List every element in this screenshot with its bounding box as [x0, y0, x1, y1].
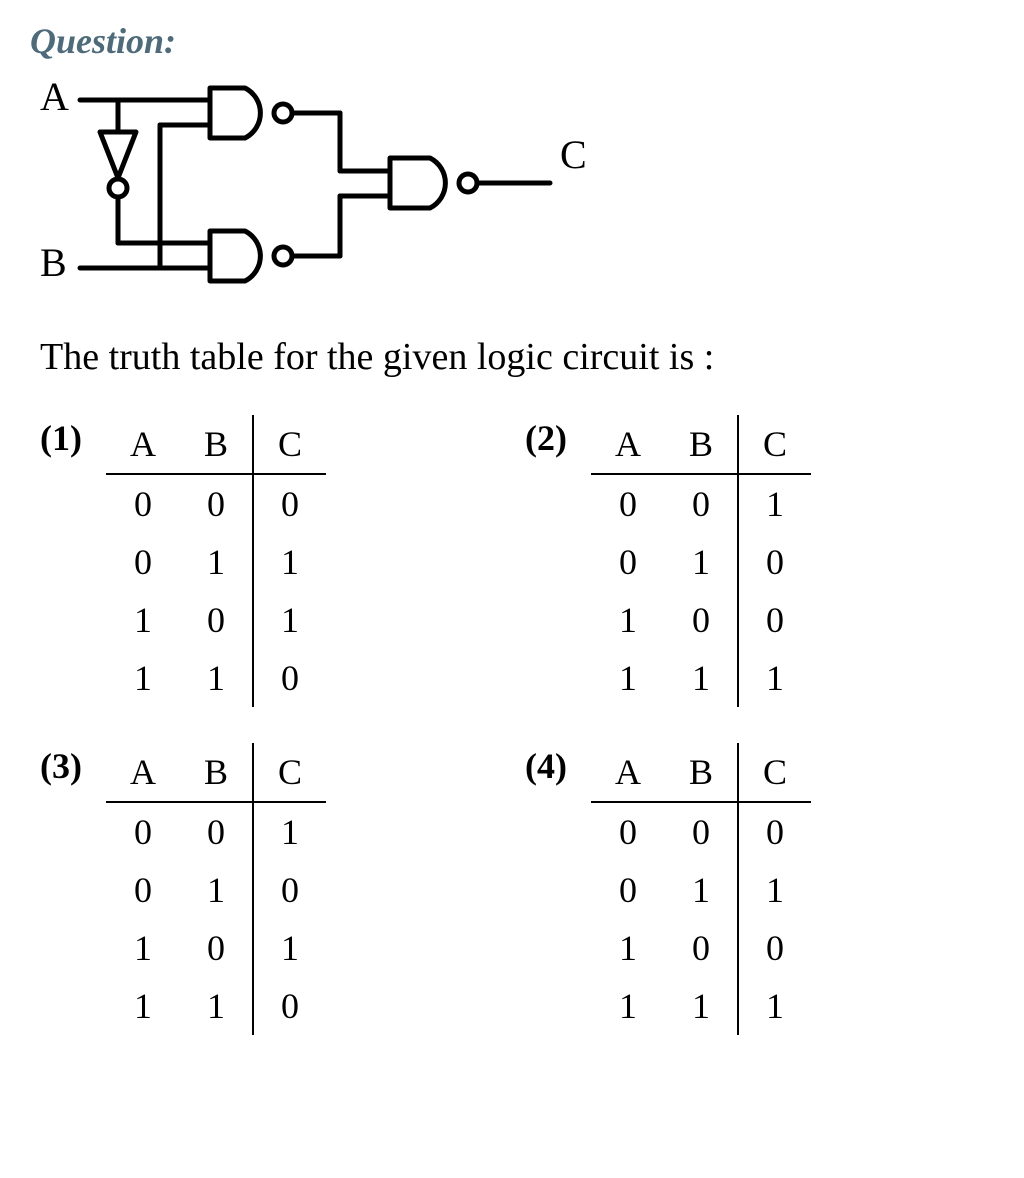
nand-bubble-icon-top [274, 104, 292, 122]
nand-gate-icon-top [210, 88, 260, 138]
col-header: A [106, 743, 180, 802]
question-text: The truth table for the given logic circ… [40, 335, 984, 379]
option-4: (4) A B C 0 0 0 0 1 1 1 [525, 743, 980, 1035]
cell: 1 [738, 977, 811, 1035]
cell: 0 [106, 802, 180, 861]
col-header: B [180, 415, 253, 474]
cell: 1 [591, 649, 665, 707]
cell: 0 [591, 533, 665, 591]
cell: 1 [253, 919, 326, 977]
col-header: A [591, 743, 665, 802]
cell: 1 [180, 649, 253, 707]
cell: 0 [253, 649, 326, 707]
option-label: (1) [40, 417, 106, 459]
cell: 1 [253, 802, 326, 861]
cell: 0 [180, 919, 253, 977]
cell: 0 [591, 474, 665, 533]
cell: 0 [665, 919, 738, 977]
col-header: C [253, 415, 326, 474]
col-header: B [180, 743, 253, 802]
cell: 1 [665, 861, 738, 919]
logic-circuit-diagram: A B C [40, 68, 984, 307]
cell: 1 [180, 977, 253, 1035]
cell: 0 [106, 533, 180, 591]
option-3: (3) A B C 0 0 1 0 1 0 1 [40, 743, 495, 1035]
page: Question: A B C [0, 0, 1024, 1075]
cell: 0 [106, 474, 180, 533]
options-grid: (1) A B C 0 0 0 0 1 1 1 [40, 415, 980, 1035]
cell: 0 [738, 802, 811, 861]
cell: 0 [665, 474, 738, 533]
label-b: B [40, 240, 67, 285]
cell: 0 [180, 474, 253, 533]
truth-table: A B C 0 0 1 0 1 0 1 0 0 [591, 415, 811, 707]
nand-gate-icon-final [390, 158, 445, 208]
cell: 0 [591, 802, 665, 861]
cell: 1 [665, 533, 738, 591]
col-header: C [738, 415, 811, 474]
cell: 1 [180, 861, 253, 919]
col-header: A [591, 415, 665, 474]
nand-bubble-icon-bottom [274, 247, 292, 265]
cell: 1 [106, 919, 180, 977]
cell: 0 [106, 861, 180, 919]
cell: 0 [665, 802, 738, 861]
cell: 1 [591, 977, 665, 1035]
option-1: (1) A B C 0 0 0 0 1 1 1 [40, 415, 495, 707]
truth-table: A B C 0 0 1 0 1 0 1 0 1 [106, 743, 326, 1035]
cell: 1 [253, 591, 326, 649]
cell: 0 [665, 591, 738, 649]
truth-table: A B C 0 0 0 0 1 1 1 0 0 [591, 743, 811, 1035]
col-header: B [665, 743, 738, 802]
cell: 1 [106, 649, 180, 707]
cell: 0 [591, 861, 665, 919]
not-gate-icon [100, 132, 136, 178]
nand-gate-icon-bottom [210, 231, 260, 281]
cell: 0 [253, 977, 326, 1035]
cell: 1 [591, 919, 665, 977]
truth-table: A B C 0 0 0 0 1 1 1 0 1 [106, 415, 326, 707]
cell: 0 [180, 802, 253, 861]
question-heading: Question: [30, 20, 984, 62]
cell: 0 [738, 591, 811, 649]
nand-bubble-icon-final [459, 174, 477, 192]
col-header: A [106, 415, 180, 474]
col-header: C [738, 743, 811, 802]
cell: 1 [738, 649, 811, 707]
cell: 1 [738, 861, 811, 919]
option-label: (2) [525, 417, 591, 459]
label-c: C [560, 132, 587, 177]
not-bubble-icon [109, 179, 127, 197]
cell: 0 [738, 533, 811, 591]
label-a: A [40, 74, 69, 119]
cell: 0 [253, 474, 326, 533]
option-label: (3) [40, 745, 106, 787]
option-2: (2) A B C 0 0 1 0 1 0 1 [525, 415, 980, 707]
cell: 1 [665, 977, 738, 1035]
cell: 1 [106, 591, 180, 649]
cell: 1 [106, 977, 180, 1035]
cell: 0 [253, 861, 326, 919]
option-label: (4) [525, 745, 591, 787]
cell: 1 [180, 533, 253, 591]
col-header: B [665, 415, 738, 474]
cell: 0 [738, 919, 811, 977]
cell: 1 [738, 474, 811, 533]
col-header: C [253, 743, 326, 802]
cell: 1 [591, 591, 665, 649]
cell: 1 [665, 649, 738, 707]
cell: 1 [253, 533, 326, 591]
cell: 0 [180, 591, 253, 649]
